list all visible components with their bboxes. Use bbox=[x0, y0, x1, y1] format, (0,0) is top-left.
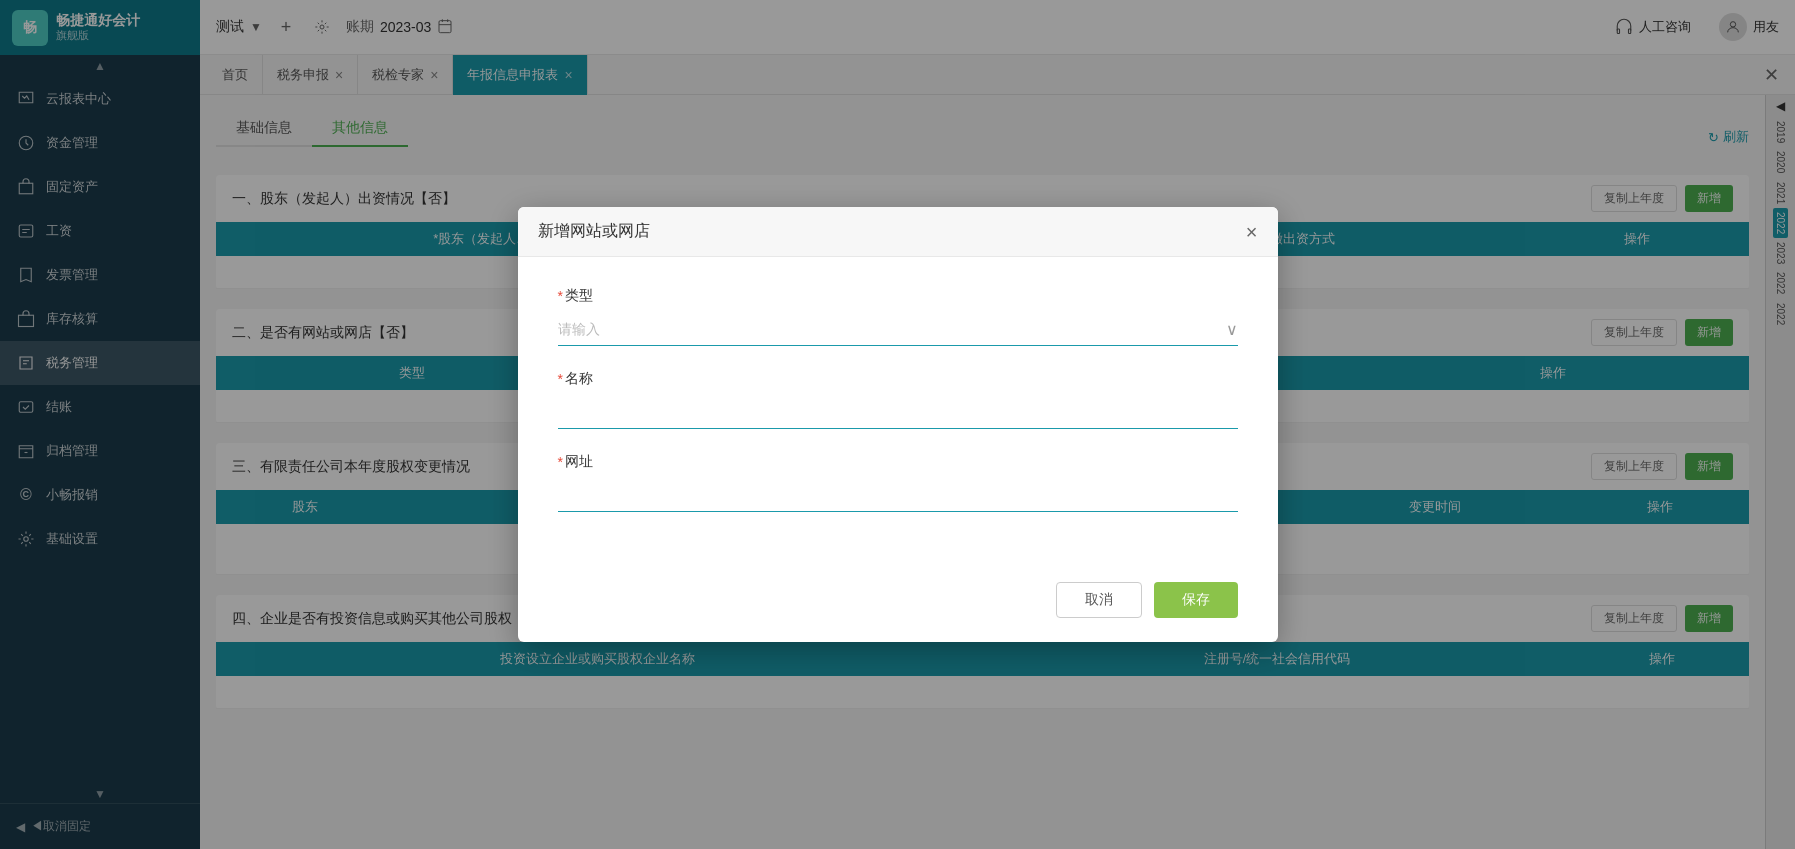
dialog-name-input[interactable] bbox=[558, 400, 1238, 424]
dialog-title: 新增网站或网店 bbox=[538, 221, 650, 242]
dialog-footer: 取消 保存 bbox=[518, 566, 1278, 642]
dialog-type-label: * 类型 bbox=[558, 287, 1238, 305]
dialog-url-input-wrap bbox=[558, 479, 1238, 512]
name-required-star: * bbox=[558, 371, 563, 387]
type-required-star: * bbox=[558, 288, 563, 304]
name-label-text: 名称 bbox=[565, 370, 593, 388]
dialog-type-input[interactable] bbox=[558, 317, 1226, 341]
dialog-name-label: * 名称 bbox=[558, 370, 1238, 388]
dialog-close-btn[interactable]: × bbox=[1246, 222, 1258, 242]
dialog-name-input-wrap bbox=[558, 396, 1238, 429]
dialog-field-type: * 类型 ∨ bbox=[558, 287, 1238, 346]
url-label-text: 网址 bbox=[565, 453, 593, 471]
dialog-url-label: * 网址 bbox=[558, 453, 1238, 471]
dialog-url-input[interactable] bbox=[558, 483, 1238, 507]
dialog-save-btn[interactable]: 保存 bbox=[1154, 582, 1238, 618]
dialog-type-input-wrap: ∨ bbox=[558, 313, 1238, 346]
dialog-add-website: 新增网站或网店 × * 类型 ∨ * 名称 bbox=[518, 207, 1278, 642]
modal-overlay[interactable]: 新增网站或网店 × * 类型 ∨ * 名称 bbox=[0, 0, 1795, 849]
dialog-field-url: * 网址 bbox=[558, 453, 1238, 512]
dialog-cancel-btn[interactable]: 取消 bbox=[1056, 582, 1142, 618]
dialog-field-name: * 名称 bbox=[558, 370, 1238, 429]
dialog-header: 新增网站或网店 × bbox=[518, 207, 1278, 257]
type-label-text: 类型 bbox=[565, 287, 593, 305]
dialog-type-dropdown-icon[interactable]: ∨ bbox=[1226, 320, 1238, 339]
dialog-body: * 类型 ∨ * 名称 bbox=[518, 257, 1278, 566]
url-required-star: * bbox=[558, 454, 563, 470]
